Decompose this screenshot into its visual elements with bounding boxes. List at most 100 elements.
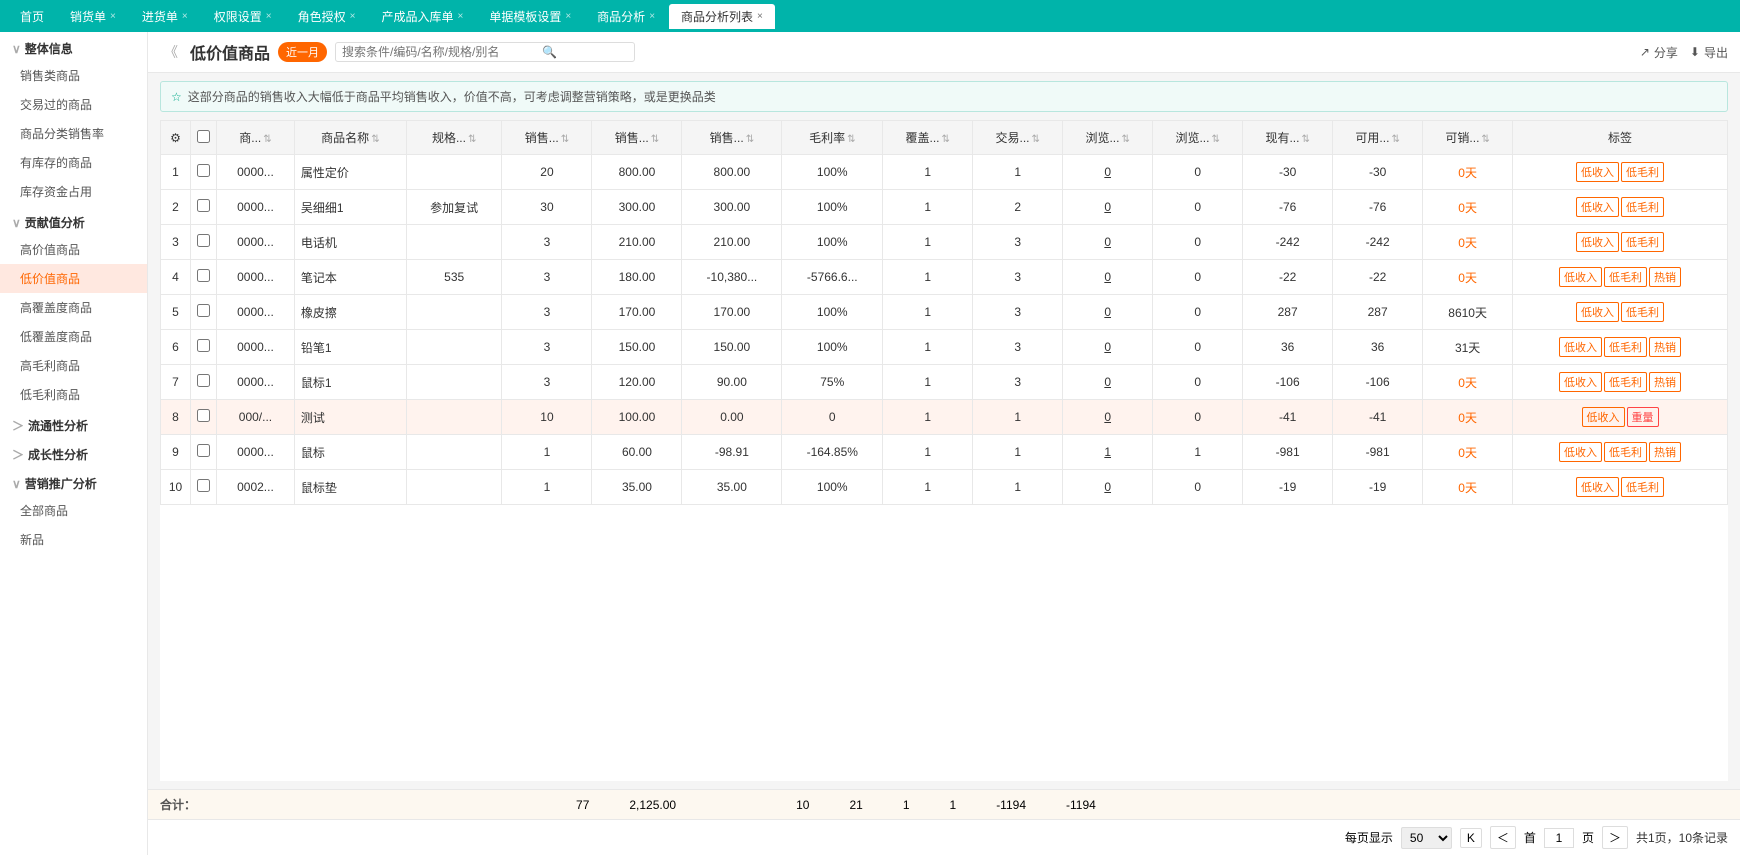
row-checkbox[interactable]	[197, 164, 210, 177]
row-checkbox[interactable]	[197, 409, 210, 422]
nav-home[interactable]: 首页	[8, 4, 56, 29]
nav-template-settings[interactable]: 单据模板设置 ×	[477, 4, 583, 29]
nav-permissions[interactable]: 权限设置 ×	[202, 4, 284, 29]
col-name[interactable]: 商品名称⇅	[294, 121, 406, 155]
cell-view1[interactable]: 0	[1063, 155, 1153, 190]
view1-link[interactable]: 0	[1104, 270, 1111, 284]
cell-view1[interactable]: 0	[1063, 295, 1153, 330]
collapse-icon[interactable]: ∨	[12, 42, 21, 56]
col-settings[interactable]: ⚙	[161, 121, 191, 155]
sidebar-item-high-coverage[interactable]: 高覆盖度商品	[0, 293, 147, 322]
col-sales-qty[interactable]: 销售...⇅	[502, 121, 592, 155]
view1-link[interactable]: 1	[1104, 445, 1111, 459]
view1-link[interactable]: 0	[1104, 480, 1111, 494]
close-icon[interactable]: ×	[266, 11, 272, 22]
sidebar-group-circulation[interactable]: ＞ 流通性分析	[0, 409, 147, 438]
cell-checkbox[interactable]	[191, 365, 217, 400]
col-code[interactable]: 商...⇅	[217, 121, 295, 155]
sidebar-item-new-products[interactable]: 新品	[0, 525, 147, 554]
sidebar-item-low-value[interactable]: 低价值商品	[0, 264, 147, 293]
col-view2[interactable]: 浏览...⇅	[1153, 121, 1243, 155]
page-number-input[interactable]	[1544, 828, 1574, 848]
row-checkbox[interactable]	[197, 444, 210, 457]
collapse-icon[interactable]: ＞	[12, 446, 24, 463]
view1-link[interactable]: 0	[1104, 305, 1111, 319]
cell-checkbox[interactable]	[191, 330, 217, 365]
col-sales-price[interactable]: 销售...⇅	[592, 121, 682, 155]
row-checkbox[interactable]	[197, 269, 210, 282]
cell-checkbox[interactable]	[191, 225, 217, 260]
page-size-select[interactable]: 50 20 100	[1401, 827, 1452, 849]
cell-view1[interactable]: 0	[1063, 330, 1153, 365]
view1-link[interactable]: 0	[1104, 165, 1111, 179]
close-icon[interactable]: ×	[649, 11, 655, 22]
col-trade[interactable]: 交易...⇅	[973, 121, 1063, 155]
cell-view1[interactable]: 0	[1063, 365, 1153, 400]
prev-page-button[interactable]: ＜	[1490, 826, 1516, 849]
cell-view1[interactable]: 1	[1063, 435, 1153, 470]
export-button[interactable]: ⬇ 导出	[1690, 44, 1728, 61]
sidebar-item-category-sales[interactable]: 商品分类销售率	[0, 119, 147, 148]
cell-checkbox[interactable]	[191, 470, 217, 505]
nav-role-auth[interactable]: 角色授权 ×	[286, 4, 368, 29]
select-all-checkbox[interactable]	[197, 130, 210, 143]
nav-sales-order[interactable]: 销货单 ×	[58, 4, 128, 29]
nav-product-analysis[interactable]: 商品分析 ×	[585, 4, 667, 29]
sidebar-group-contribution[interactable]: ∨ 贡献值分析	[0, 206, 147, 235]
view1-link[interactable]: 0	[1104, 200, 1111, 214]
col-checkbox[interactable]	[191, 121, 217, 155]
cell-checkbox[interactable]	[191, 190, 217, 225]
search-input[interactable]	[342, 45, 542, 59]
collapse-icon[interactable]: ∨	[12, 477, 21, 491]
col-available[interactable]: 可用...⇅	[1333, 121, 1423, 155]
cell-view1[interactable]: 0	[1063, 470, 1153, 505]
col-coverage[interactable]: 覆盖...⇅	[883, 121, 973, 155]
sidebar-item-stock-capital[interactable]: 库存资金占用	[0, 177, 147, 206]
cell-view1[interactable]: 0	[1063, 260, 1153, 295]
row-checkbox[interactable]	[197, 234, 210, 247]
sidebar-item-all-products[interactable]: 全部商品	[0, 496, 147, 525]
close-icon[interactable]: ×	[182, 11, 188, 22]
row-checkbox[interactable]	[197, 374, 210, 387]
row-checkbox[interactable]	[197, 479, 210, 492]
row-checkbox[interactable]	[197, 339, 210, 352]
close-icon[interactable]: ×	[110, 11, 116, 22]
close-icon[interactable]: ×	[565, 11, 571, 22]
view1-link[interactable]: 0	[1104, 375, 1111, 389]
cell-checkbox[interactable]	[191, 435, 217, 470]
sidebar-group-marketing[interactable]: ∨ 营销推广分析	[0, 467, 147, 496]
nav-product-analysis-list[interactable]: 商品分析列表 ×	[669, 4, 775, 29]
filter-recent-month[interactable]: 近一月	[278, 42, 327, 62]
share-button[interactable]: ↗ 分享	[1640, 44, 1678, 61]
view1-link[interactable]: 0	[1104, 340, 1111, 354]
col-gross-rate[interactable]: 毛利率⇅	[782, 121, 883, 155]
col-view1[interactable]: 浏览...⇅	[1063, 121, 1153, 155]
row-checkbox[interactable]	[197, 304, 210, 317]
cell-checkbox[interactable]	[191, 295, 217, 330]
cell-view1[interactable]: 0	[1063, 190, 1153, 225]
collapse-icon[interactable]: ＞	[12, 417, 24, 434]
first-page-button[interactable]: K	[1460, 828, 1482, 848]
view1-link[interactable]: 0	[1104, 235, 1111, 249]
sidebar-item-stock-products[interactable]: 有库存的商品	[0, 148, 147, 177]
sidebar-item-low-margin[interactable]: 低毛利商品	[0, 380, 147, 409]
cell-view1[interactable]: 0	[1063, 225, 1153, 260]
sidebar-item-sales-products[interactable]: 销售类商品	[0, 61, 147, 90]
col-sales-amount[interactable]: 销售...⇅	[682, 121, 782, 155]
search-icon[interactable]: 🔍	[542, 45, 557, 59]
view1-link[interactable]: 0	[1104, 410, 1111, 424]
cell-view1[interactable]: 0	[1063, 400, 1153, 435]
next-page-button[interactable]: ＞	[1602, 826, 1628, 849]
col-current[interactable]: 现有...⇅	[1243, 121, 1333, 155]
close-icon[interactable]: ×	[757, 11, 763, 22]
sidebar-item-high-value[interactable]: 高价值商品	[0, 235, 147, 264]
sidebar-item-high-margin[interactable]: 高毛利商品	[0, 351, 147, 380]
col-sellable[interactable]: 可销...⇅	[1423, 121, 1513, 155]
cell-checkbox[interactable]	[191, 155, 217, 190]
cell-checkbox[interactable]	[191, 400, 217, 435]
nav-purchase-order[interactable]: 进货单 ×	[130, 4, 200, 29]
close-icon[interactable]: ×	[350, 11, 356, 22]
sidebar-group-overall[interactable]: ∨ 整体信息	[0, 32, 147, 61]
cell-checkbox[interactable]	[191, 260, 217, 295]
row-checkbox[interactable]	[197, 199, 210, 212]
